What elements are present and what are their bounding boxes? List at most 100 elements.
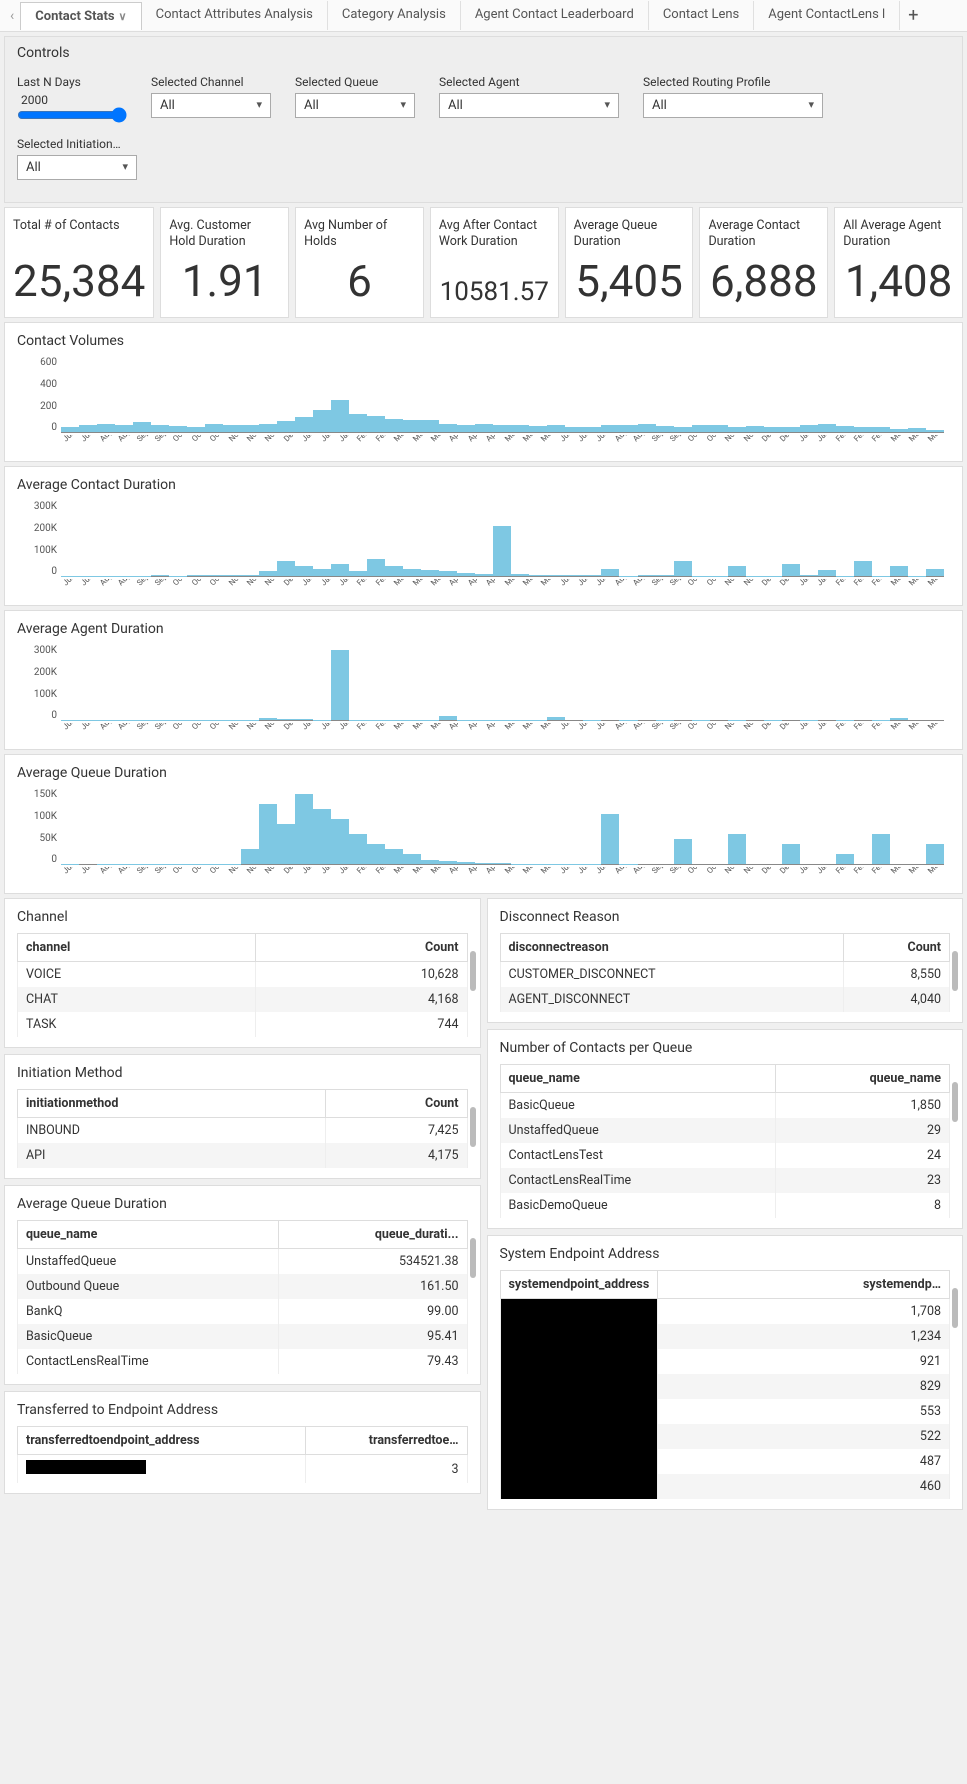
cell: 487 (658, 1449, 950, 1474)
cell: INBOUND (18, 1118, 326, 1144)
tabs-scroll-left[interactable]: ‹ (4, 8, 20, 24)
table-row[interactable]: ContactLensRealTime79.43 (18, 1349, 468, 1374)
table-row[interactable]: AGENT_DISCONNECT4,040 (500, 987, 950, 1012)
table-row[interactable]: BasicDemoQueue8 (500, 1193, 950, 1218)
tab-agent-contact-leaderboard[interactable]: Agent Contact Leaderboard (461, 1, 649, 30)
column-header[interactable]: queue_name (500, 1065, 775, 1093)
bar (223, 575, 241, 577)
bar (187, 427, 205, 433)
cell: 4,175 (325, 1143, 467, 1168)
queue-select[interactable]: All (295, 93, 415, 118)
cell: 4,168 (255, 987, 467, 1012)
scrollbar[interactable] (952, 1082, 958, 1122)
column-header[interactable]: Count (844, 934, 950, 962)
column-header[interactable]: channel (18, 934, 256, 962)
scrollbar[interactable] (470, 1107, 476, 1147)
column-header[interactable]: queue_durati... (279, 1221, 467, 1249)
controls-panel: Controls Last N Days 2000 Selected Chann… (4, 36, 963, 203)
bar (872, 576, 890, 577)
table-row[interactable]: UnstaffedQueue534521.38 (18, 1249, 468, 1275)
cell: ContactLensRealTime (18, 1349, 279, 1374)
bar (583, 575, 601, 576)
table-row[interactable]: BankQ99.00 (18, 1299, 468, 1324)
tab-category-analysis[interactable]: Category Analysis (328, 1, 461, 30)
kpi-label: Avg After Contact Work Duration (439, 218, 550, 249)
last-n-days-label: Last N Days (17, 75, 127, 89)
bar (529, 575, 547, 577)
controls-title: Controls (17, 45, 950, 61)
avg-contact-duration-chart: 300K200K100K0Jul 1…Jul 2…Aug 2…Aug 9…Sep… (61, 501, 944, 601)
table-row[interactable]: ContactLensTest24 (500, 1143, 950, 1168)
routing-label: Selected Routing Profile (643, 75, 823, 89)
scrollbar[interactable] (470, 951, 476, 991)
cell: BankQ (18, 1299, 279, 1324)
bar (493, 526, 511, 576)
cell: UnstaffedQueue (500, 1118, 775, 1143)
column-header[interactable]: queue_name (18, 1221, 279, 1249)
table-row[interactable]: INBOUND7,425 (18, 1118, 468, 1144)
table-row[interactable]: TASK744 (18, 1012, 468, 1037)
table-row[interactable]: CUSTOMER_DISCONNECT8,550 (500, 962, 950, 988)
column-header[interactable]: Count (255, 934, 467, 962)
bar (890, 566, 908, 576)
table-row[interactable]: API4,175 (18, 1143, 468, 1168)
cell: ContactLensRealTime (500, 1168, 775, 1193)
bar (601, 425, 619, 433)
column-header[interactable]: queue_name (775, 1065, 949, 1093)
scrollbar[interactable] (952, 1288, 958, 1328)
column-header[interactable]: initiationmethod (18, 1090, 326, 1118)
table-row[interactable]: BasicQueue95.41 (18, 1324, 468, 1349)
column-header[interactable]: disconnectreason (500, 934, 844, 962)
column-header[interactable]: Count (325, 1090, 467, 1118)
bar (439, 716, 457, 720)
bar (403, 854, 421, 864)
bar (457, 425, 475, 433)
tab-contact-stats[interactable]: Contact Stats∨ (20, 2, 141, 30)
cell: ContactLensTest (500, 1143, 775, 1168)
tab-contact-attributes-analysis[interactable]: Contact Attributes Analysis (142, 1, 328, 30)
column-header[interactable]: transferredtoe… (306, 1427, 467, 1455)
bar (890, 429, 908, 433)
agent-select[interactable]: All (439, 93, 619, 118)
bar (385, 566, 403, 576)
scrollbar[interactable] (470, 1238, 476, 1278)
column-header[interactable]: systemendp… (658, 1271, 950, 1299)
add-tab-button[interactable]: + (900, 5, 926, 26)
table-row[interactable]: CHAT4,168 (18, 987, 468, 1012)
bar (169, 426, 187, 432)
table-row[interactable]: UnstaffedQueue29 (500, 1118, 950, 1143)
scrollbar[interactable] (952, 951, 958, 991)
bar (385, 419, 403, 433)
bar (277, 421, 295, 432)
last-n-days-slider[interactable] (17, 107, 127, 123)
kpi-card: Average Queue Duration5,405 (565, 207, 694, 318)
chart-title: Contact Volumes (17, 333, 950, 349)
tab-contact-lens[interactable]: Contact Lens (649, 1, 754, 30)
avg-queue-duration-card: Average Queue Duration150K100K50K0Jul 1…… (4, 754, 963, 894)
table-row[interactable]: 3 (18, 1455, 468, 1484)
cell: 1,850 (775, 1093, 949, 1119)
table-row[interactable]: ContactLensRealTime23 (500, 1168, 950, 1193)
table-row[interactable]: Outbound Queue161.50 (18, 1274, 468, 1299)
tab-agent-contactlens-l[interactable]: Agent ContactLens l (754, 1, 900, 30)
column-header[interactable]: systemendpoint_address (500, 1271, 658, 1299)
cell: 161.50 (279, 1274, 467, 1299)
bar (529, 426, 547, 432)
bar (926, 569, 944, 577)
cell: 10,628 (255, 962, 467, 988)
initiation-select[interactable]: All (17, 155, 137, 180)
table-row[interactable]: VOICE10,628 (18, 962, 468, 988)
bar (800, 425, 818, 432)
routing-select[interactable]: All (643, 93, 823, 118)
bar (61, 427, 79, 432)
table-row[interactable]: 1,708 (500, 1299, 950, 1325)
bar (349, 834, 367, 864)
cell: 4,040 (844, 987, 950, 1012)
bar (403, 569, 421, 577)
channel-select[interactable]: All (151, 93, 271, 118)
table-row[interactable]: BasicQueue1,850 (500, 1093, 950, 1119)
bar (97, 576, 115, 577)
initiation-method-card: Initiation MethodinitiationmethodCountIN… (4, 1054, 481, 1179)
bar (295, 566, 313, 576)
column-header[interactable]: transferredtoendpoint_address (18, 1427, 306, 1455)
